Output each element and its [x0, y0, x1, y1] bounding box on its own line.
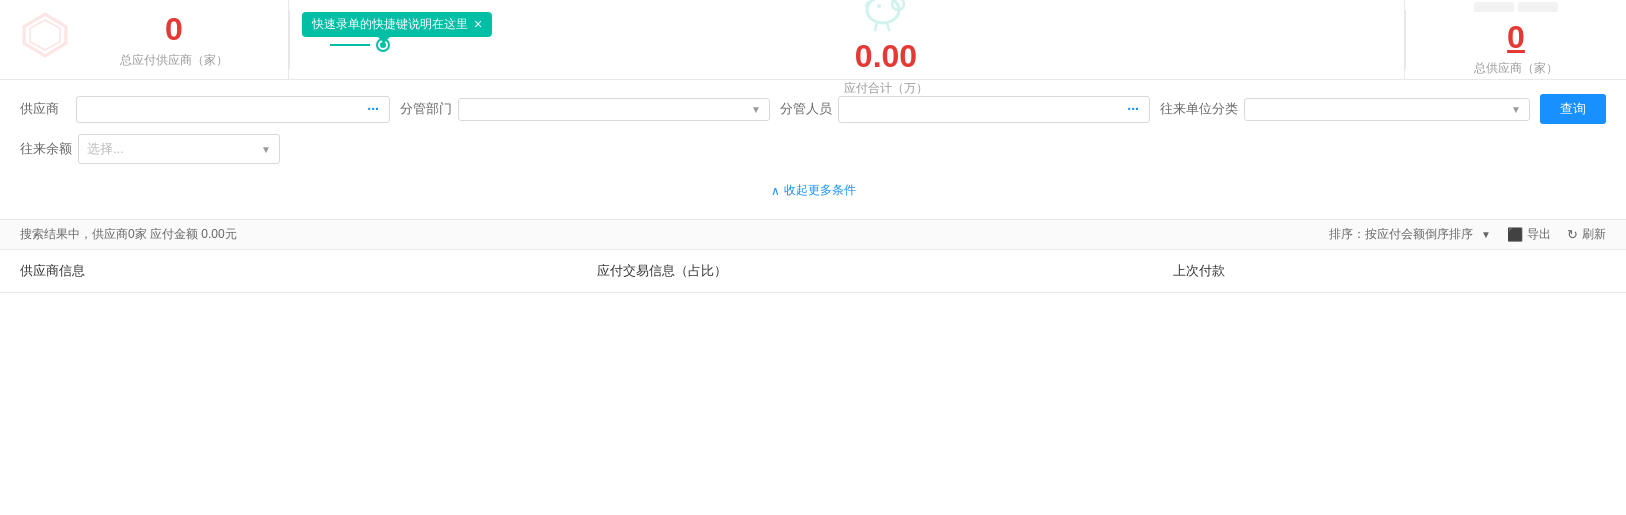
collapse-btn-label: 收起更多条件 — [784, 182, 856, 199]
col-header-supplier-info: 供应商信息 — [20, 262, 597, 280]
dept-filter-group: 分管部门 ▼ — [400, 98, 770, 121]
sort-label: 排序：按应付会额倒序排序 — [1329, 226, 1473, 243]
results-bar: 搜索结果中，供应商0家 应付金额 0.00元 排序：按应付会额倒序排序 ▼ ⬛ … — [0, 220, 1626, 250]
supplier-input[interactable] — [85, 97, 365, 122]
supplier-input-container[interactable]: ··· — [76, 96, 390, 123]
tooltip-line — [330, 44, 370, 46]
category-chevron-icon: ▼ — [1511, 104, 1521, 115]
collapse-row: ∧ 收起更多条件 — [20, 174, 1606, 211]
svg-marker-1 — [30, 20, 60, 50]
svg-line-4 — [875, 23, 877, 30]
filter-row-2: 往来余额 选择... ▼ — [20, 134, 1606, 164]
chevron-up-icon: ∧ — [771, 184, 780, 198]
export-btn[interactable]: ⬛ 导出 — [1507, 226, 1551, 243]
category-select[interactable]: ▼ — [1244, 98, 1530, 121]
filter-area: 供应商 ··· 分管部门 ▼ 分管人员 ··· 往来单位分类 — [0, 80, 1626, 220]
table-body — [0, 293, 1626, 515]
col-header-last-payment: 上次付款 — [1173, 262, 1606, 280]
stat-total-suppliers-payable: 0 总应付供应商（家） — [0, 0, 289, 79]
balance-placeholder: 选择... — [87, 140, 124, 158]
person-label: 分管人员 — [780, 100, 832, 118]
supplier-dots-btn[interactable]: ··· — [365, 101, 381, 117]
sort-select[interactable]: 排序：按应付会额倒序排序 ▼ — [1329, 226, 1491, 243]
export-label: 导出 — [1527, 226, 1551, 243]
export-icon: ⬛ — [1507, 227, 1523, 242]
stats-bar: 0 总应付供应商（家） 快速录单的快捷键说明在这里 × — [0, 0, 1626, 80]
balance-label: 往来余额 — [20, 140, 72, 158]
svg-line-5 — [887, 23, 889, 30]
tooltip-close-btn[interactable]: × — [474, 17, 482, 31]
svg-point-6 — [877, 4, 881, 8]
filter-row-1: 供应商 ··· 分管部门 ▼ 分管人员 ··· 往来单位分类 — [20, 94, 1606, 124]
total-payable-number: 0.00 — [855, 37, 917, 75]
balance-filter-group: 往来余额 选择... ▼ — [20, 134, 280, 164]
total-suppliers-label: 总供应商（家） — [1474, 60, 1558, 77]
stat-total-suppliers: 0 总供应商（家） — [1406, 0, 1626, 79]
balance-select[interactable]: 选择... ▼ — [78, 134, 280, 164]
person-dots-btn[interactable]: ··· — [1125, 101, 1141, 117]
refresh-label: 刷新 — [1582, 226, 1606, 243]
supplier-label: 供应商 — [20, 100, 70, 118]
category-filter-group: 往来单位分类 ▼ — [1160, 98, 1530, 121]
diamond-icon — [20, 10, 70, 60]
table-header: 供应商信息 应付交易信息（占比） 上次付款 — [0, 250, 1626, 293]
collapse-btn[interactable]: ∧ 收起更多条件 — [755, 178, 872, 203]
supplier-filter-group: 供应商 ··· — [20, 96, 390, 123]
dept-chevron-icon: ▼ — [751, 104, 761, 115]
person-filter-group: 分管人员 ··· — [780, 96, 1150, 123]
stat-total-payable: 快速录单的快捷键说明在这里 × 0.00 — [290, 0, 1405, 79]
total-suppliers-payable-number: 0 — [165, 10, 183, 48]
piggy-bank-icon — [861, 0, 911, 32]
col-header-transaction: 应付交易信息（占比） — [597, 262, 1174, 280]
svg-point-2 — [867, 0, 899, 23]
total-payable-label: 应付合计（万） — [844, 80, 928, 97]
refresh-icon: ↻ — [1567, 227, 1578, 242]
balance-chevron-icon: ▼ — [261, 144, 271, 155]
results-info: 搜索结果中，供应商0家 应付金额 0.00元 — [20, 226, 237, 243]
category-label: 往来单位分类 — [1160, 100, 1238, 118]
person-input-container[interactable]: ··· — [838, 96, 1150, 123]
dept-label: 分管部门 — [400, 100, 452, 118]
total-suppliers-payable-label: 总应付供应商（家） — [120, 52, 228, 69]
results-actions: 排序：按应付会额倒序排序 ▼ ⬛ 导出 ↻ 刷新 — [1329, 226, 1606, 243]
sort-chevron-icon: ▼ — [1481, 229, 1491, 240]
dept-select[interactable]: ▼ — [458, 98, 770, 121]
total-suppliers-number: 0 — [1507, 18, 1525, 56]
search-button[interactable]: 查询 — [1540, 94, 1606, 124]
tooltip-bubble: 快速录单的快捷键说明在这里 × — [302, 12, 492, 37]
refresh-btn[interactable]: ↻ 刷新 — [1567, 226, 1606, 243]
tooltip-text: 快速录单的快捷键说明在这里 — [312, 16, 468, 33]
person-input[interactable] — [847, 97, 1125, 122]
